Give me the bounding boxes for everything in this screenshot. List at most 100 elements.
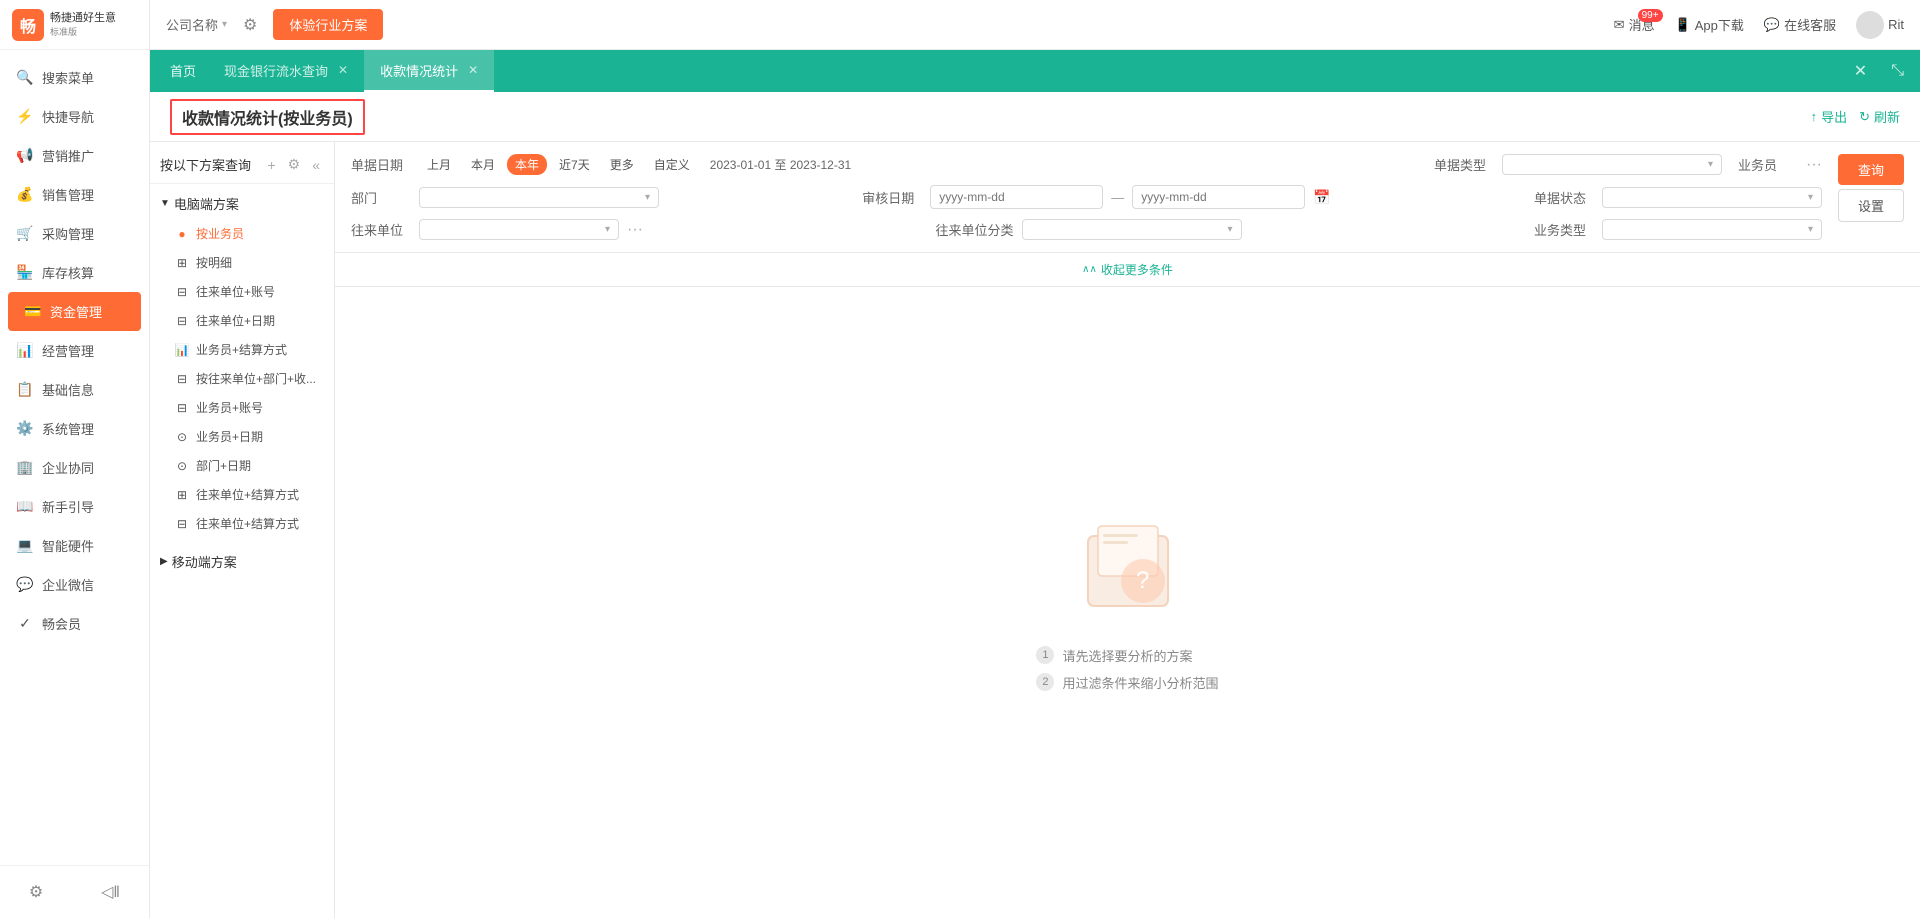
mobile-section-toggle[interactable]: ▶ 移动端方案 xyxy=(150,546,334,577)
step-2-num: 2 xyxy=(1036,673,1054,691)
tree-item-partner-settle2[interactable]: ⊟ 往来单位+结算方式 xyxy=(150,509,334,538)
custom-tab[interactable]: 自定义 xyxy=(646,154,698,175)
app-download-btn[interactable]: 📱 App下载 xyxy=(1675,15,1744,34)
user-avatar xyxy=(1856,11,1884,39)
empty-illustration: ? xyxy=(1068,506,1188,626)
inventory-icon: 🏪 xyxy=(16,264,34,282)
tab-collection-close[interactable]: ✕ xyxy=(468,63,478,77)
biz-type-label: 业务类型 xyxy=(1534,220,1594,239)
sidebar-item-marketing[interactable]: 📢 营销推广 xyxy=(0,136,149,175)
dept-label: 部门 xyxy=(351,188,411,207)
tree-item-by-salesperson[interactable]: ● 按业务员 xyxy=(150,219,334,248)
sidebar-item-system[interactable]: ⚙️ 系统管理 xyxy=(0,409,149,448)
tree-item-partner-account[interactable]: ⊟ 往来单位+账号 xyxy=(150,277,334,306)
main-area: 公司名称 ▾ ⚙ 体验行业方案 ✉ 消息 99+ 📱 App下载 💬 在线客服 xyxy=(150,0,1920,918)
salesperson-label: 业务员 xyxy=(1738,155,1798,174)
empty-steps: 1 请先选择要分析的方案 2 用过滤条件来缩小分析范围 xyxy=(1036,646,1218,700)
sidebar-item-hardware[interactable]: 💻 智能硬件 xyxy=(0,526,149,565)
last7days-tab[interactable]: 近7天 xyxy=(551,154,598,175)
voucher-status-select[interactable]: ▾ xyxy=(1602,187,1822,208)
section-arrow-icon: ▼ xyxy=(160,198,170,209)
tree-item-salesperson-account[interactable]: ⊟ 业务员+账号 xyxy=(150,393,334,422)
tree-item-salesperson-settle[interactable]: 📊 业务员+结算方式 xyxy=(150,335,334,364)
sidebar-item-basic[interactable]: 📋 基础信息 xyxy=(0,370,149,409)
partner-category-label: 往来单位分类 xyxy=(935,220,1013,239)
sidebar-item-member[interactable]: ✓ 畅会员 xyxy=(0,604,149,643)
this-year-tab[interactable]: 本年 xyxy=(507,154,547,175)
collapse-bar[interactable]: ∧∧ 收起更多条件 xyxy=(335,253,1920,287)
salesperson-settle-icon: 📊 xyxy=(174,342,190,358)
filter-settings-btn[interactable]: 设置 xyxy=(1838,189,1904,222)
topbar-gear-icon[interactable]: ⚙ xyxy=(239,11,261,39)
system-icon: ⚙️ xyxy=(16,420,34,438)
tab-bank-close[interactable]: ✕ xyxy=(338,63,348,77)
dept-select[interactable]: ▾ xyxy=(419,187,659,208)
sidebar-item-inventory[interactable]: 🏪 库存核算 xyxy=(0,253,149,292)
sidebar-item-enterprise[interactable]: 🏢 企业协同 xyxy=(0,448,149,487)
partner-select[interactable]: ▾ xyxy=(419,219,619,240)
partner-category-select[interactable]: ▾ xyxy=(1022,219,1242,240)
sidebar-item-quicknav[interactable]: ⚡ 快捷导航 xyxy=(0,97,149,136)
tree-item-partner-settle1[interactable]: ⊞ 往来单位+结算方式 xyxy=(150,480,334,509)
sidebar-item-operations[interactable]: 📊 经营管理 xyxy=(0,331,149,370)
sidebar-item-search[interactable]: 🔍 搜索菜单 xyxy=(0,58,149,97)
tree-item-partner-date[interactable]: ⊟ 往来单位+日期 xyxy=(150,306,334,335)
expand-icon[interactable]: ⤡ xyxy=(1883,58,1912,84)
calendar-icon-1[interactable]: 📅 xyxy=(1313,189,1330,206)
empty-state: ? 1 请先选择要分析的方案 2 用过滤条件来缩小分析范围 xyxy=(335,287,1920,918)
download-icon: 📱 xyxy=(1675,17,1691,33)
left-panel: 按以下方案查询 + ⚙ « ▼ 电脑端方案 xyxy=(150,142,335,918)
user-profile[interactable]: Rit xyxy=(1856,11,1904,39)
tree-item-salesperson-date[interactable]: ⊙ 业务员+日期 xyxy=(150,422,334,451)
this-month-tab[interactable]: 本月 xyxy=(463,154,503,175)
sidebar-logo: 畅 畅捷通好生意 标准版 xyxy=(0,0,149,50)
last-month-tab[interactable]: 上月 xyxy=(419,154,459,175)
voucher-type-select[interactable]: ▾ xyxy=(1502,154,1722,175)
panel-collapse-icon[interactable]: « xyxy=(308,155,324,175)
sidebar-collapse-icon[interactable]: ◁‖ xyxy=(95,876,126,908)
sidebar-settings-icon[interactable]: ⚙ xyxy=(23,876,49,908)
demo-btn[interactable]: 体验行业方案 xyxy=(273,9,383,40)
export-btn[interactable]: ↑ 导出 xyxy=(1811,107,1848,126)
partner-more-icon[interactable]: ··· xyxy=(627,221,643,239)
category-arrow: ▾ xyxy=(1227,224,1232,235)
step-1-num: 1 xyxy=(1036,646,1054,664)
collapse-chevron-icon: ∧∧ xyxy=(1082,264,1097,275)
tree-item-partner-dept-collect[interactable]: ⊟ 按往来单位+部门+收... xyxy=(150,364,334,393)
voucher-type-label: 单据类型 xyxy=(1434,155,1494,174)
review-date-end[interactable] xyxy=(1132,185,1305,209)
company-dropdown-icon[interactable]: ▾ xyxy=(222,19,227,30)
tab-bank[interactable]: 现金银行流水查询 ✕ xyxy=(208,50,364,92)
refresh-icon: ↻ xyxy=(1859,109,1870,125)
close-all-tabs-icon[interactable]: ✕ xyxy=(1846,57,1875,85)
salesperson-more-icon[interactable]: ··· xyxy=(1806,156,1822,174)
sidebar-item-wechat[interactable]: 💬 企业微信 xyxy=(0,565,149,604)
voucher-type-arrow: ▾ xyxy=(1708,159,1713,170)
tree-item-by-detail[interactable]: ⊞ 按明细 xyxy=(150,248,334,277)
left-panel-header: 按以下方案查询 + ⚙ « xyxy=(150,142,334,184)
sales-icon: 💰 xyxy=(16,186,34,204)
desktop-section-toggle[interactable]: ▼ 电脑端方案 xyxy=(150,188,334,219)
sidebar-item-finance[interactable]: 💳 资金管理 xyxy=(8,292,141,331)
sidebar-item-sales[interactable]: 💰 销售管理 xyxy=(0,175,149,214)
tree-item-dept-date[interactable]: ⊙ 部门+日期 xyxy=(150,451,334,480)
panel-add-icon[interactable]: + xyxy=(263,155,279,175)
more-tab[interactable]: 更多 xyxy=(602,154,642,175)
partner-account-icon: ⊟ xyxy=(174,284,190,300)
enterprise-icon: 🏢 xyxy=(16,459,34,477)
tab-home[interactable]: 首页 xyxy=(158,50,208,92)
review-date-start[interactable] xyxy=(930,185,1103,209)
biz-type-select[interactable]: ▾ xyxy=(1602,219,1822,240)
panel-settings-icon[interactable]: ⚙ xyxy=(284,154,305,175)
partner-settle1-icon: ⊞ xyxy=(174,487,190,503)
sidebar-item-guide[interactable]: 📖 新手引导 xyxy=(0,487,149,526)
logo-icon: 畅 xyxy=(12,9,44,41)
query-btn[interactable]: 查询 xyxy=(1838,154,1904,185)
filter-area: 单据日期 上月 本月 本年 近7天 更多 自定义 2023-01-01 至 20… xyxy=(335,142,1920,253)
online-service-btn[interactable]: 💬 在线客服 xyxy=(1764,15,1836,34)
messages-btn[interactable]: ✉ 消息 99+ xyxy=(1614,15,1655,34)
tab-collection[interactable]: 收款情况统计 ✕ xyxy=(364,50,494,92)
refresh-btn[interactable]: ↻ 刷新 xyxy=(1859,107,1900,126)
sidebar-item-purchase[interactable]: 🛒 采购管理 xyxy=(0,214,149,253)
mobile-arrow-icon: ▶ xyxy=(160,556,168,567)
